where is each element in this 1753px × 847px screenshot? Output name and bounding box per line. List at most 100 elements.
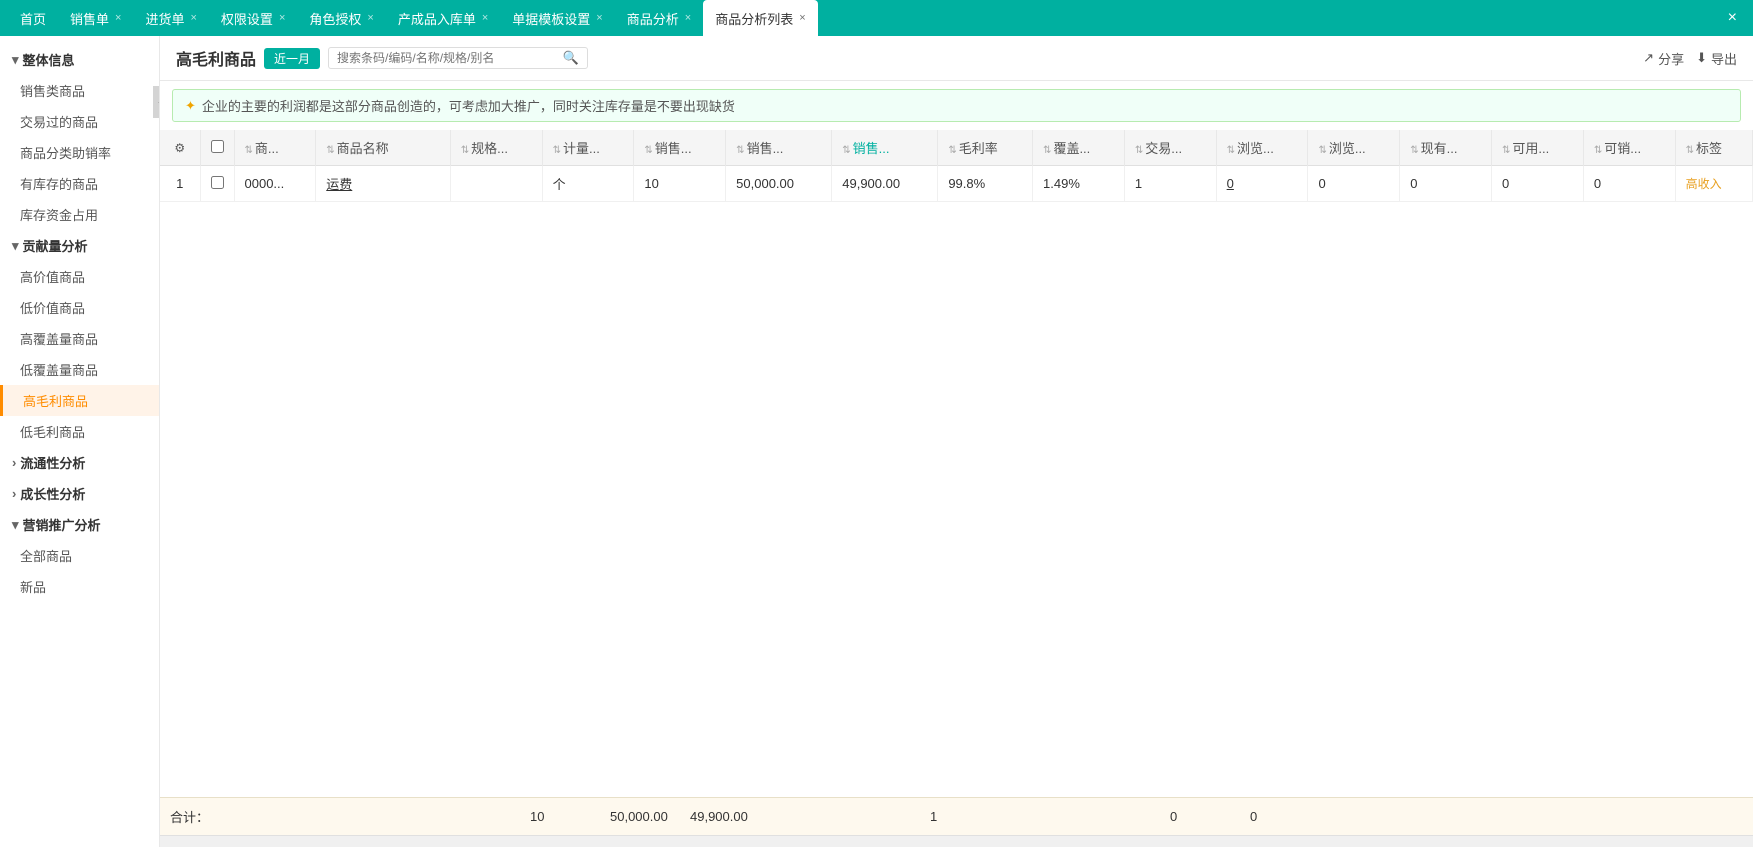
sidebar-group-circulation[interactable]: › 流通性分析	[0, 447, 159, 478]
content-header: 高毛利商品 近一月 🔍 ↗ 分享 ⬇ 导出	[160, 36, 1753, 81]
top-navigation: 首页 销售单 × 进货单 × 权限设置 × 角色授权 × 产成品入库单 × 单据…	[0, 0, 1753, 36]
select-all-checkbox[interactable]	[211, 140, 224, 153]
tab-roles[interactable]: 角色授权 ×	[297, 0, 385, 36]
col-sales-amount[interactable]: ⇅销售...	[726, 130, 832, 166]
footer-sales-amount: 50,000.00	[600, 809, 680, 824]
tab-product-analysis[interactable]: 商品分析 ×	[615, 0, 703, 36]
share-button[interactable]: ↗ 分享	[1643, 49, 1684, 68]
close-tab-template[interactable]: ×	[596, 12, 602, 24]
col-unit[interactable]: ⇅计量...	[542, 130, 634, 166]
content-area: 高毛利商品 近一月 🔍 ↗ 分享 ⬇ 导出 ✦ 企业的主要的利润都是这部分商品创…	[160, 36, 1753, 847]
footer-current-stock: 0	[1160, 809, 1240, 824]
sidebar-item-high-margin[interactable]: 高毛利商品	[0, 385, 159, 416]
table-body: 1 0000... 运费 个 10 50,000.00 49,900.00 99…	[160, 166, 1753, 202]
time-filter-button[interactable]: 近一月	[264, 48, 320, 69]
tab-sales-order[interactable]: 销售单 ×	[58, 0, 133, 36]
tab-template[interactable]: 单据模板设置 ×	[500, 0, 614, 36]
cell-name[interactable]: 运费	[316, 166, 451, 202]
cell-spec	[450, 166, 542, 202]
sidebar-item-high-value[interactable]: 高价值商品	[0, 261, 159, 292]
footer-sales-qty: 10	[520, 809, 600, 824]
sidebar-item-low-value[interactable]: 低价值商品	[0, 292, 159, 323]
cell-unit: 个	[542, 166, 634, 202]
sidebar-item-all-goods[interactable]: 全部商品	[0, 540, 159, 571]
close-tab-purchase[interactable]: ×	[190, 12, 196, 24]
col-sales-qty[interactable]: ⇅销售...	[634, 130, 726, 166]
close-tab-product-analysis[interactable]: ×	[685, 12, 691, 24]
cell-available-stock: 0	[1492, 166, 1584, 202]
info-icon: ✦	[185, 98, 196, 114]
table-header-row: ⚙ ⇅商... ⇅商品名称 ⇅规格... ⇅计量... ⇅销售... ⇅销售..…	[160, 130, 1753, 166]
sidebar-item-high-coverage[interactable]: 高覆盖量商品	[0, 323, 159, 354]
col-spec[interactable]: ⇅规格...	[450, 130, 542, 166]
tab-stock-in[interactable]: 产成品入库单 ×	[386, 0, 500, 36]
cell-sales-amount: 50,000.00	[726, 166, 832, 202]
arrow-icon-2: ▾	[12, 238, 19, 254]
sidebar-item-stock-capital[interactable]: 库存资金占用	[0, 199, 159, 230]
table-row[interactable]: 1 0000... 运费 个 10 50,000.00 49,900.00 99…	[160, 166, 1753, 202]
close-tab-permissions[interactable]: ×	[279, 12, 285, 24]
cell-views1[interactable]: 0	[1216, 166, 1308, 202]
cell-transactions: 1	[1124, 166, 1216, 202]
col-settings[interactable]: ⚙	[160, 130, 200, 166]
close-tab-stock-in[interactable]: ×	[482, 12, 488, 24]
export-button[interactable]: ⬇ 导出	[1696, 49, 1737, 68]
cell-index: 1	[160, 166, 200, 202]
close-tab-sales[interactable]: ×	[115, 12, 121, 24]
cell-sales-cost: 49,900.00	[832, 166, 938, 202]
close-tab-list[interactable]: ×	[799, 12, 805, 24]
tab-home[interactable]: 首页	[8, 0, 58, 36]
sidebar-item-low-coverage[interactable]: 低覆盖量商品	[0, 354, 159, 385]
arrow-icon: ▾	[12, 52, 19, 68]
col-current-stock[interactable]: ⇅现有...	[1400, 130, 1492, 166]
cell-current-stock: 0	[1400, 166, 1492, 202]
sidebar: « ▾ 整体信息 销售类商品 交易过的商品 商品分类助销率 有库存的商品 库存资…	[0, 36, 160, 847]
sidebar-item-in-stock[interactable]: 有库存的商品	[0, 168, 159, 199]
cell-checkbox[interactable]	[200, 166, 234, 202]
sidebar-collapse-button[interactable]: «	[153, 86, 160, 118]
sidebar-item-new-goods[interactable]: 新品	[0, 571, 159, 602]
col-available-stock[interactable]: ⇅可用...	[1492, 130, 1584, 166]
col-views1[interactable]: ⇅浏览...	[1216, 130, 1308, 166]
cell-gross-margin: 99.8%	[938, 166, 1033, 202]
col-views2[interactable]: ⇅浏览...	[1308, 130, 1400, 166]
tab-purchase[interactable]: 进货单 ×	[133, 0, 208, 36]
sidebar-group-marketing[interactable]: ▾ 营销推广分析	[0, 509, 159, 540]
col-tag[interactable]: ⇅标签	[1675, 130, 1752, 166]
close-tab-roles[interactable]: ×	[367, 12, 373, 24]
col-coverage[interactable]: ⇅覆盖...	[1033, 130, 1125, 166]
arrow-icon-4: ›	[12, 486, 16, 501]
col-sellable-stock[interactable]: ⇅可销...	[1583, 130, 1675, 166]
col-gross-margin[interactable]: ⇅毛利率	[938, 130, 1033, 166]
sidebar-group-overview[interactable]: ▾ 整体信息	[0, 44, 159, 75]
table-wrapper[interactable]: ⚙ ⇅商... ⇅商品名称 ⇅规格... ⇅计量... ⇅销售... ⇅销售..…	[160, 130, 1753, 797]
search-icon[interactable]: 🔍	[563, 50, 579, 66]
sidebar-item-category-rate[interactable]: 商品分类助销率	[0, 137, 159, 168]
col-transactions[interactable]: ⇅交易...	[1124, 130, 1216, 166]
footer-transactions: 1	[920, 809, 1000, 824]
data-table: ⚙ ⇅商... ⇅商品名称 ⇅规格... ⇅计量... ⇅销售... ⇅销售..…	[160, 130, 1753, 202]
row-checkbox[interactable]	[211, 176, 224, 189]
col-checkbox[interactable]	[200, 130, 234, 166]
horizontal-scrollbar[interactable]	[160, 835, 1753, 847]
cell-tag: 高收入	[1675, 166, 1752, 202]
sidebar-group-growth[interactable]: › 成长性分析	[0, 478, 159, 509]
arrow-icon-5: ▾	[12, 517, 19, 533]
info-banner: ✦ 企业的主要的利润都是这部分商品创造的，可考虑加大推广，同时关注库存量是不要出…	[172, 89, 1741, 122]
sidebar-item-sales-goods[interactable]: 销售类商品	[0, 75, 159, 106]
cell-sellable-stock: 0	[1583, 166, 1675, 202]
cell-views2: 0	[1308, 166, 1400, 202]
tab-permissions[interactable]: 权限设置 ×	[209, 0, 297, 36]
arrow-icon-3: ›	[12, 455, 16, 470]
col-name[interactable]: ⇅商品名称	[316, 130, 451, 166]
col-sales-cost[interactable]: ⇅销售...	[832, 130, 938, 166]
search-input[interactable]	[337, 51, 563, 65]
close-all-tabs[interactable]: ×	[1720, 9, 1745, 27]
col-code[interactable]: ⇅商...	[234, 130, 316, 166]
search-box: 🔍	[328, 47, 588, 69]
sidebar-group-contribution[interactable]: ▾ 贡献量分析	[0, 230, 159, 261]
page-title: 高毛利商品	[176, 46, 256, 70]
tab-product-analysis-list[interactable]: 商品分析列表 ×	[703, 0, 817, 36]
sidebar-item-traded-goods[interactable]: 交易过的商品	[0, 106, 159, 137]
sidebar-item-low-margin[interactable]: 低毛利商品	[0, 416, 159, 447]
